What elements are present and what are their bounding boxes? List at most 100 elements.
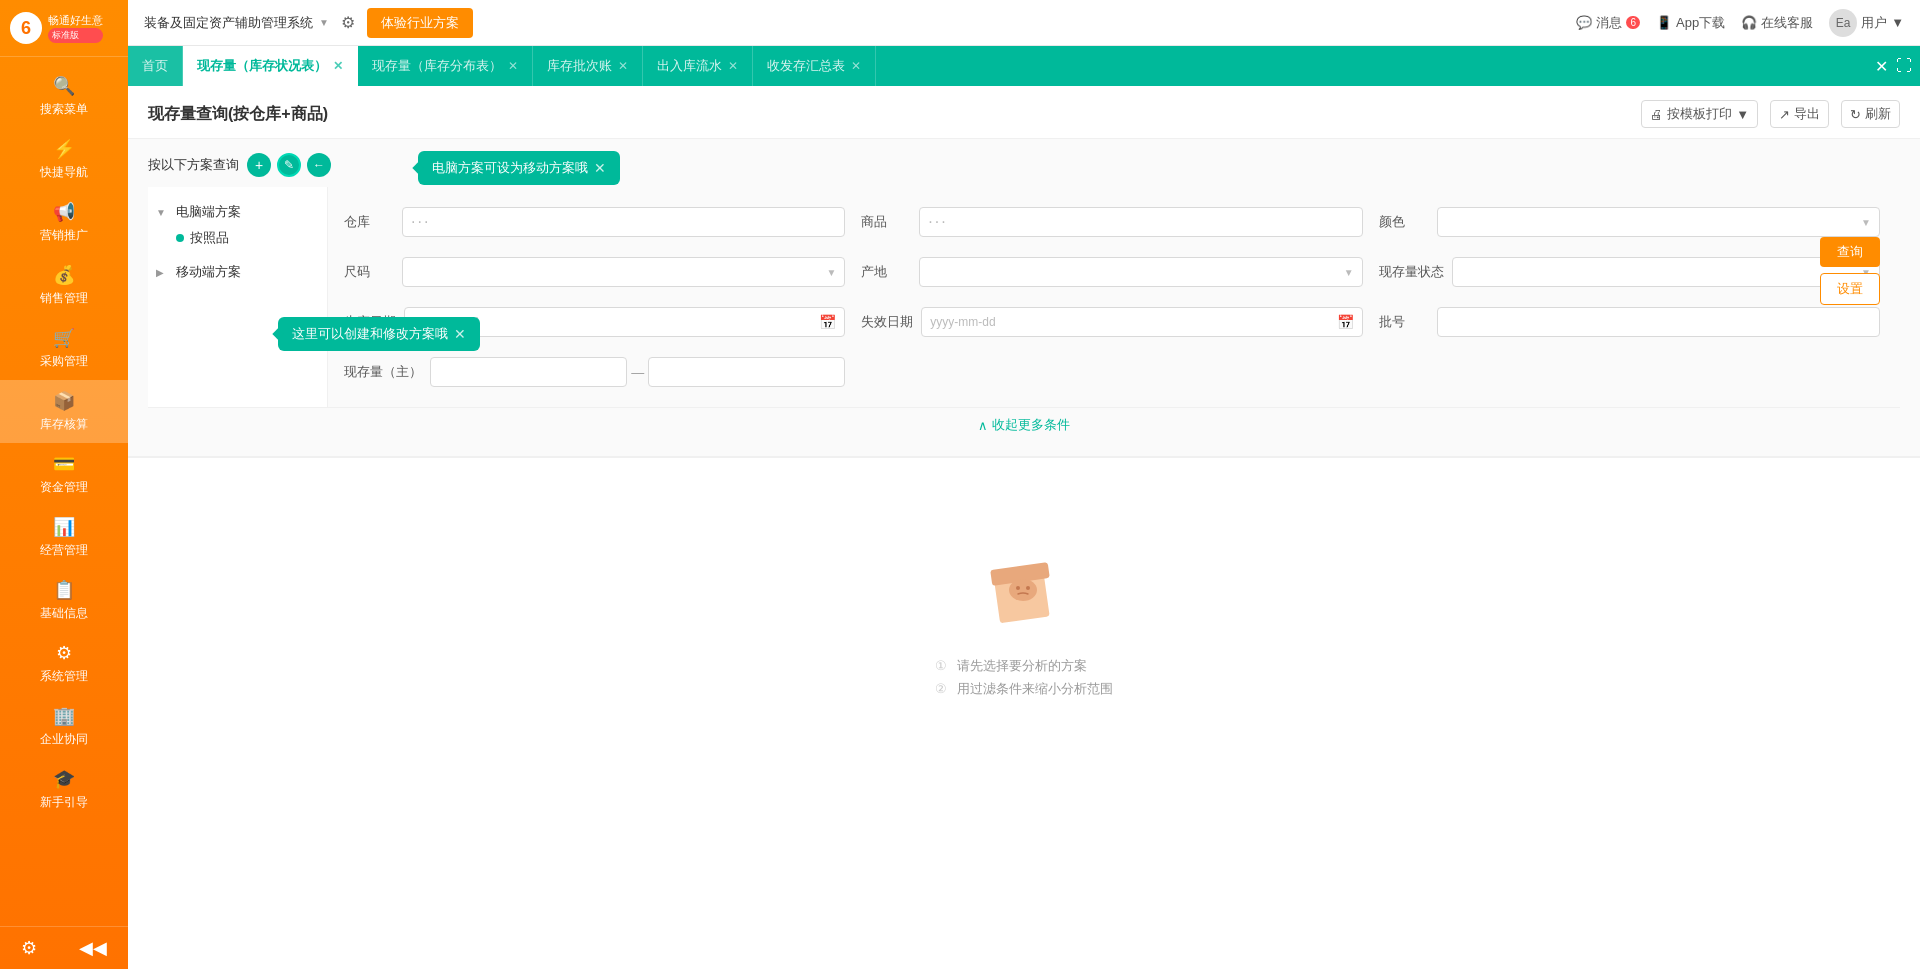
origin-select[interactable]: ▼	[919, 257, 1362, 287]
sidebar-collapse-btn[interactable]: ◀◀	[79, 937, 107, 959]
content-area: 现存量查询(按仓库+商品) 🖨 按模板打印 ▼ ↗ 导出 ↻ 刷新	[128, 86, 1920, 969]
tab-stock-status[interactable]: 现存量（库存状况表） ✕	[183, 46, 358, 86]
content-inner: 现存量查询(按仓库+商品) 🖨 按模板打印 ▼ ↗ 导出 ↻ 刷新	[128, 86, 1920, 969]
tab-home[interactable]: 首页	[128, 46, 183, 86]
size-select[interactable]: ▼	[402, 257, 845, 287]
filter-field-goods: 商品 ···	[861, 207, 1362, 237]
filter-fields-panel: 仓库 ··· 商品 ···	[328, 187, 1900, 407]
goods-input[interactable]: ···	[919, 207, 1362, 237]
reset-button[interactable]: 设置	[1820, 273, 1880, 305]
stock-qty-from[interactable]	[430, 357, 627, 387]
message-badge: 6	[1626, 16, 1640, 29]
tab-stock-dist[interactable]: 现存量（库存分布表） ✕	[358, 46, 533, 86]
sidebar-item-basic-info[interactable]: 📋 基础信息	[0, 569, 128, 632]
calendar-icon: 📅	[819, 314, 836, 330]
user-menu[interactable]: Ea 用户 ▼	[1829, 9, 1904, 37]
stock-qty-range: —	[430, 357, 845, 387]
sidebar-logo[interactable]: 6 畅通好生意 标准版	[0, 0, 128, 57]
batch-no-input[interactable]	[1437, 307, 1880, 337]
sidebar-item-purchase[interactable]: 🛒 采购管理	[0, 317, 128, 380]
add-scheme-button[interactable]: +	[247, 153, 271, 177]
stock-qty-to[interactable]	[648, 357, 845, 387]
tab-in-out-flow[interactable]: 出入库流水 ✕	[643, 46, 753, 86]
sidebar-item-sales[interactable]: 💰 销售管理	[0, 254, 128, 317]
sidebar-nav: 🔍 搜索菜单 ⚡ 快捷导航 📢 营销推广 💰 销售管理 🛒 采购管理 📦 库存核…	[0, 57, 128, 926]
tree-expand-icon: ▼	[156, 207, 170, 218]
topbar-settings-icon[interactable]: ⚙	[341, 13, 355, 32]
sidebar-item-label: 新手引导	[40, 794, 88, 811]
main-content: 装备及固定资产辅助管理系统 ▼ ⚙ 体验行业方案 💬 消息 6 📱 App下载 …	[128, 0, 1920, 969]
scheme-group-mobile[interactable]: ▶ 移动端方案	[148, 259, 327, 285]
sidebar-item-system[interactable]: ⚙ 系统管理	[0, 632, 128, 695]
sidebar-item-label: 资金管理	[40, 479, 88, 496]
query-button[interactable]: 查询	[1820, 237, 1880, 267]
sidebar-item-marketing[interactable]: 📢 营销推广	[0, 191, 128, 254]
color-select[interactable]: ▼	[1437, 207, 1880, 237]
sidebar-item-quick-nav[interactable]: ⚡ 快捷导航	[0, 128, 128, 191]
stock-qty-label: 现存量（主）	[344, 363, 422, 381]
tab-batch-ledger[interactable]: 库存批次账 ✕	[533, 46, 643, 86]
tab-fullscreen-icon[interactable]: ⛶	[1896, 57, 1912, 75]
print-button[interactable]: 🖨 按模板打印 ▼	[1641, 100, 1758, 128]
sidebar-item-guide[interactable]: 🎓 新手引导	[0, 758, 128, 821]
size-select-arrow-icon: ▼	[826, 267, 836, 278]
filter-field-origin: 产地 ▼	[861, 257, 1362, 287]
expiry-date-input[interactable]: yyyy-mm-dd 📅	[921, 307, 1362, 337]
stock-status-select[interactable]: ▼	[1452, 257, 1880, 287]
topbar-right: 💬 消息 6 📱 App下载 🎧 在线客服 Ea 用户 ▼	[1576, 9, 1904, 37]
guide-icon: 🎓	[53, 768, 75, 790]
trial-button[interactable]: 体验行业方案	[367, 8, 473, 38]
filter-field-batch-no: 批号	[1379, 307, 1880, 337]
sidebar-item-inventory[interactable]: 📦 库存核算	[0, 380, 128, 443]
tab-close-icon[interactable]: ✕	[508, 59, 518, 73]
sidebar-item-finance[interactable]: 💳 资金管理	[0, 443, 128, 506]
tab-close-icon[interactable]: ✕	[618, 59, 628, 73]
tabbar-actions: ✕ ⛶	[1867, 46, 1920, 86]
color-select-arrow-icon: ▼	[1861, 217, 1871, 228]
tab-close-all-icon[interactable]: ✕	[1875, 57, 1888, 76]
filter-field-color: 颜色 ▼	[1379, 207, 1880, 237]
empty-box-svg	[979, 548, 1069, 628]
arrow-scheme-button[interactable]: ←	[307, 153, 331, 177]
batch-no-label: 批号	[1379, 313, 1429, 331]
origin-select-arrow-icon: ▼	[1344, 267, 1354, 278]
tab-close-icon[interactable]: ✕	[728, 59, 738, 73]
tab-receive-summary[interactable]: 收发存汇总表 ✕	[753, 46, 876, 86]
refresh-button[interactable]: ↻ 刷新	[1841, 100, 1900, 128]
edit-scheme-button[interactable]: ✎	[277, 153, 301, 177]
scheme-item-by-goods[interactable]: 按照品	[148, 225, 327, 251]
filter-main: ▼ 电脑端方案 按照品 ▶ 移动端方案	[148, 187, 1900, 407]
sidebar-item-enterprise[interactable]: 🏢 企业协同	[0, 695, 128, 758]
tabbar: 首页 现存量（库存状况表） ✕ 现存量（库存分布表） ✕ 库存批次账 ✕ 出入库…	[128, 46, 1920, 86]
sidebar-settings-btn[interactable]: ⚙	[21, 937, 37, 959]
purchase-icon: 🛒	[53, 327, 75, 349]
enterprise-icon: 🏢	[53, 705, 75, 727]
logo-badge: 标准版	[48, 28, 103, 43]
tab-close-icon[interactable]: ✕	[851, 59, 861, 73]
sidebar-item-label: 快捷导航	[40, 164, 88, 181]
app-download-btn[interactable]: 📱 App下载	[1656, 14, 1725, 32]
filter-actions: + ✎ ←	[247, 153, 331, 177]
dropdown-arrow-icon: ▼	[319, 17, 329, 28]
headset-icon: 🎧	[1741, 15, 1757, 30]
empty-state: ① 请先选择要分析的方案 ② 用过滤条件来缩小分析范围	[128, 458, 1920, 781]
sidebar-item-operation[interactable]: 📊 经营管理	[0, 506, 128, 569]
tooltip-close-icon[interactable]: ✕	[454, 326, 466, 342]
filter-buttons: 查询 设置	[1820, 237, 1880, 305]
svg-point-3	[1016, 586, 1020, 590]
scheme-tree: ▼ 电脑端方案 按照品 ▶ 移动端方案	[148, 195, 327, 289]
warehouse-input[interactable]: ···	[402, 207, 845, 237]
tooltip-scheme-mobile: 电脑方案可设为移动方案哦 ✕	[418, 151, 620, 185]
export-button[interactable]: ↗ 导出	[1770, 100, 1829, 128]
sidebar-item-label: 销售管理	[40, 290, 88, 307]
tooltip-close-icon[interactable]: ✕	[594, 160, 606, 176]
tab-close-icon[interactable]: ✕	[333, 59, 343, 73]
basic-info-icon: 📋	[53, 579, 75, 601]
scheme-group-desktop[interactable]: ▼ 电脑端方案	[148, 199, 327, 225]
tooltip-scheme-create: 这里可以创建和修改方案哦 ✕	[278, 317, 480, 351]
sidebar-item-search[interactable]: 🔍 搜索菜单	[0, 65, 128, 128]
goods-label: 商品	[861, 213, 911, 231]
message-btn[interactable]: 💬 消息 6	[1576, 14, 1640, 32]
online-service-btn[interactable]: 🎧 在线客服	[1741, 14, 1813, 32]
filter-collapse-btn[interactable]: ∧ 收起更多条件	[148, 407, 1900, 442]
